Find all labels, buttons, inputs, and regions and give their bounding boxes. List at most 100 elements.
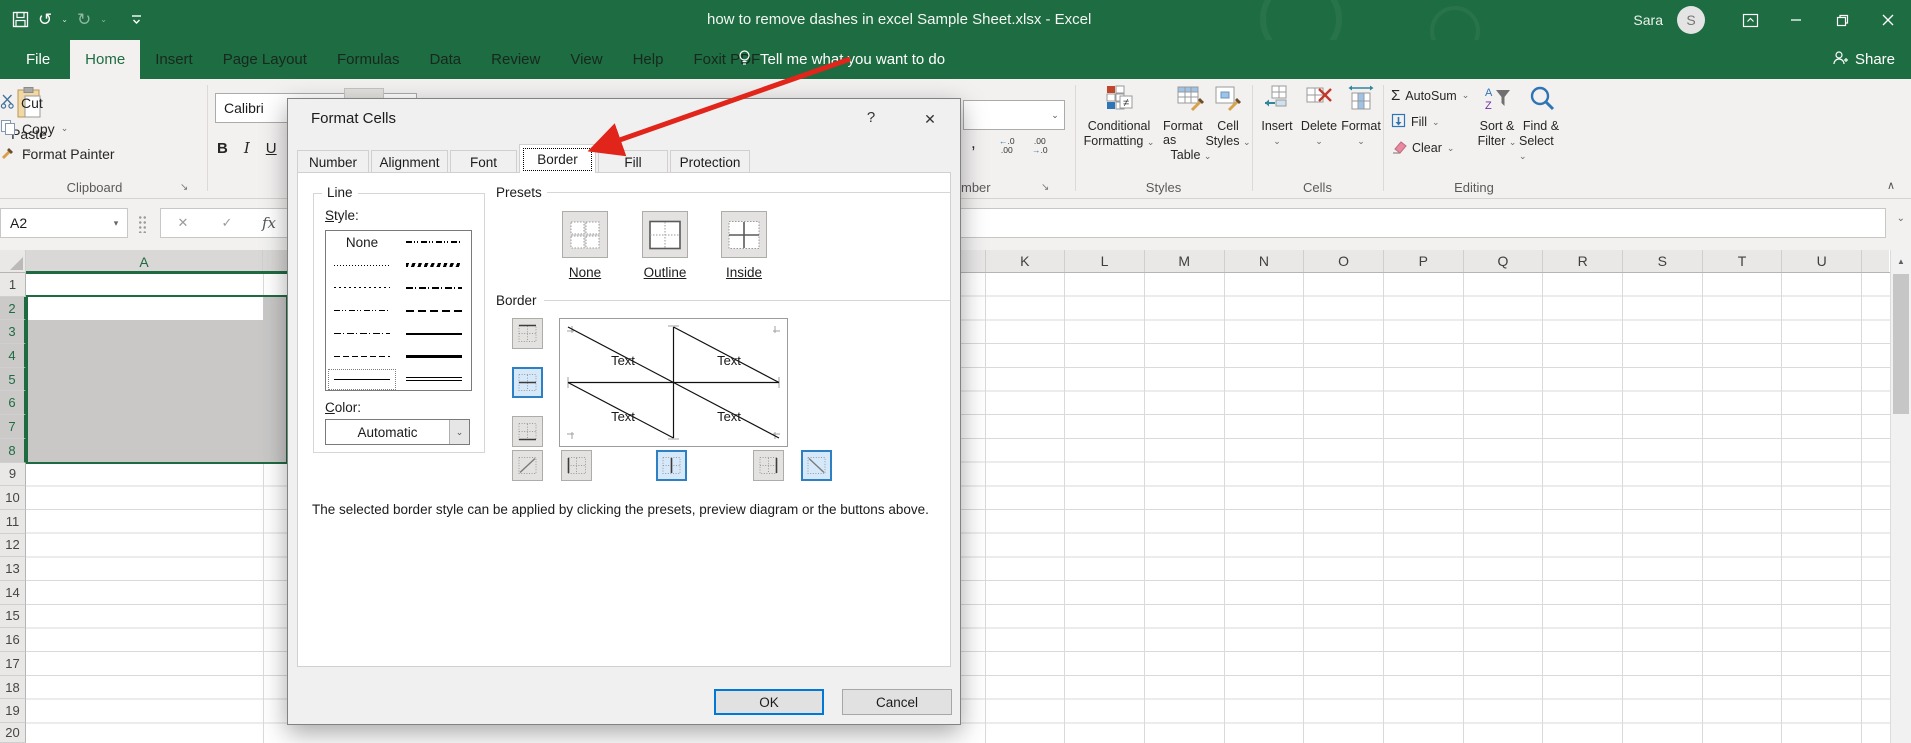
row-header-6[interactable]: 6	[0, 391, 26, 416]
ribbon-tab-data[interactable]: Data	[414, 40, 476, 79]
row-header-16[interactable]: 16	[0, 628, 26, 652]
row-header-10[interactable]: 10	[0, 486, 26, 510]
line-style-dash-dot-dot[interactable]	[326, 300, 398, 321]
line-style-thin-solid[interactable]	[326, 368, 398, 390]
border-bottom-button[interactable]	[512, 416, 543, 447]
column-header-s[interactable]: S	[1623, 250, 1703, 272]
column-header-r[interactable]: R	[1543, 250, 1623, 272]
sort-filter-button[interactable]: AZ Sort & Filter ⌄	[1475, 84, 1519, 148]
line-style-medium-dashed[interactable]	[398, 300, 470, 321]
row-header-19[interactable]: 19	[0, 699, 26, 724]
ribbon-tab-formulas[interactable]: Formulas	[322, 40, 415, 79]
line-style-dash-dot[interactable]	[326, 323, 398, 344]
fill-button[interactable]: Fill ⌄	[1391, 113, 1440, 131]
row-header-17[interactable]: 17	[0, 652, 26, 676]
dialog-tab-fill[interactable]: Fill	[598, 150, 668, 173]
dialog-tab-alignment[interactable]: Alignment	[371, 150, 448, 173]
border-diagonal-up-button[interactable]	[512, 450, 543, 481]
clear-button[interactable]: Clear ⌄	[1391, 139, 1454, 157]
cell-styles-button[interactable]: Cell Styles ⌄	[1203, 84, 1253, 148]
border-preview-diagram[interactable]: Text Text Text Text	[559, 318, 788, 447]
dialog-help-button[interactable]: ?	[858, 109, 884, 131]
save-icon[interactable]	[12, 11, 29, 28]
ribbon-tab-home[interactable]: Home	[70, 40, 141, 79]
insert-function-button[interactable]: fx	[249, 214, 289, 232]
comma-style-button[interactable]: ,	[971, 133, 976, 153]
bold-button[interactable]: B	[217, 140, 228, 157]
scroll-up-icon[interactable]: ▲	[1891, 250, 1911, 272]
underline-button[interactable]: U	[266, 140, 277, 157]
column-header-m[interactable]: M	[1144, 250, 1225, 272]
column-header-k[interactable]: K	[985, 250, 1066, 272]
dialog-tab-number[interactable]: Number	[297, 150, 369, 173]
row-header-12[interactable]: 12	[0, 533, 26, 558]
chevron-down-icon[interactable]: ⌄	[1046, 110, 1064, 121]
find-select-button[interactable]: Find & Select ⌄	[1519, 84, 1563, 162]
dialog-tab-protection[interactable]: Protection	[670, 150, 750, 173]
redo-dropdown-icon[interactable]: ⌄	[100, 15, 107, 24]
restore-button[interactable]	[1819, 0, 1865, 40]
formula-enter-icon[interactable]: ✓	[205, 215, 249, 231]
italic-button[interactable]: I	[244, 139, 250, 157]
dialog-tab-border[interactable]: Border	[519, 144, 596, 173]
column-header-q[interactable]: Q	[1463, 250, 1544, 272]
minimize-button[interactable]	[1773, 0, 1819, 40]
row-header-2[interactable]: 2	[0, 296, 26, 321]
undo-icon[interactable]: ↺	[38, 11, 52, 28]
row-header-18[interactable]: 18	[0, 675, 26, 700]
column-header-u[interactable]: U	[1782, 250, 1863, 272]
format-cells-button[interactable]: Format ⌄	[1340, 84, 1382, 147]
line-style-dashed[interactable]	[326, 346, 398, 367]
column-header-n[interactable]: N	[1224, 250, 1305, 272]
line-style-thick-solid[interactable]	[398, 346, 470, 367]
line-style-slant-dash-dot[interactable]	[398, 255, 470, 276]
delete-cells-button[interactable]: Delete ⌄	[1298, 84, 1340, 147]
increase-decimal-button[interactable]: ←.0.00	[999, 137, 1015, 154]
collapse-ribbon-button[interactable]: ∧	[1887, 179, 1895, 192]
dialog-tab-font[interactable]: Font	[450, 150, 517, 173]
expand-formula-bar-icon[interactable]: ⌄	[1897, 213, 1905, 224]
row-header-13[interactable]: 13	[0, 557, 26, 581]
number-format-combo[interactable]: ⌄	[963, 100, 1065, 130]
row-header-7[interactable]: 7	[0, 415, 26, 439]
ribbon-tab-help[interactable]: Help	[618, 40, 679, 79]
border-horizontal-middle-button[interactable]	[512, 367, 543, 398]
share-button[interactable]: Share	[1831, 40, 1895, 79]
preset-inside-button[interactable]	[721, 211, 767, 258]
select-all-corner[interactable]	[0, 250, 26, 273]
column-header-partial[interactable]	[1862, 250, 1890, 272]
cut-button[interactable]: Cut	[0, 94, 43, 112]
ribbon-tab-view[interactable]: View	[555, 40, 617, 79]
row-header-9[interactable]: 9	[0, 462, 26, 487]
copy-button[interactable]: Copy ⌄	[0, 119, 68, 138]
row-header-15[interactable]: 15	[0, 604, 26, 629]
column-header-a[interactable]: A	[26, 250, 263, 273]
ribbon-display-options-button[interactable]	[1727, 0, 1773, 40]
line-style-none[interactable]: None	[326, 232, 398, 253]
ribbon-tab-page-layout[interactable]: Page Layout	[208, 40, 322, 79]
conditional-formatting-button[interactable]: ≠ Conditional Formatting ⌄	[1077, 84, 1161, 148]
line-style-listbox[interactable]: None	[325, 230, 472, 391]
formula-cancel-icon[interactable]: ✕	[161, 215, 205, 231]
border-diagonal-down-button[interactable]	[801, 450, 832, 481]
row-header-1[interactable]: 1	[0, 273, 26, 297]
ribbon-tab-review[interactable]: Review	[476, 40, 555, 79]
redo-icon[interactable]: ↻	[77, 11, 91, 28]
line-style-medium-dash-dot-dot[interactable]	[398, 232, 470, 253]
chevron-down-icon[interactable]: ⌄	[449, 420, 469, 444]
row-header-8[interactable]: 8	[0, 438, 26, 463]
format-painter-button[interactable]: Format Painter	[0, 144, 115, 163]
ribbon-tab-insert[interactable]: Insert	[140, 40, 208, 79]
scrollbar-thumb[interactable]	[1893, 274, 1909, 414]
column-header-partial[interactable]	[961, 250, 986, 272]
clipboard-launcher-icon[interactable]: ↘	[180, 182, 188, 193]
line-style-double[interactable]	[398, 369, 470, 390]
line-style-hairline-dotted[interactable]	[326, 255, 398, 276]
row-header-3[interactable]: 3	[0, 320, 26, 345]
chevron-down-icon[interactable]: ▾	[105, 218, 127, 229]
tell-me-box[interactable]: Tell me what you want to do	[737, 40, 945, 79]
preset-outline-button[interactable]	[642, 211, 688, 258]
name-box-resize-handle[interactable]	[138, 215, 147, 233]
decrease-decimal-button[interactable]: .00 →.0	[1032, 137, 1048, 154]
color-combo[interactable]: Automatic ⌄	[325, 419, 470, 445]
